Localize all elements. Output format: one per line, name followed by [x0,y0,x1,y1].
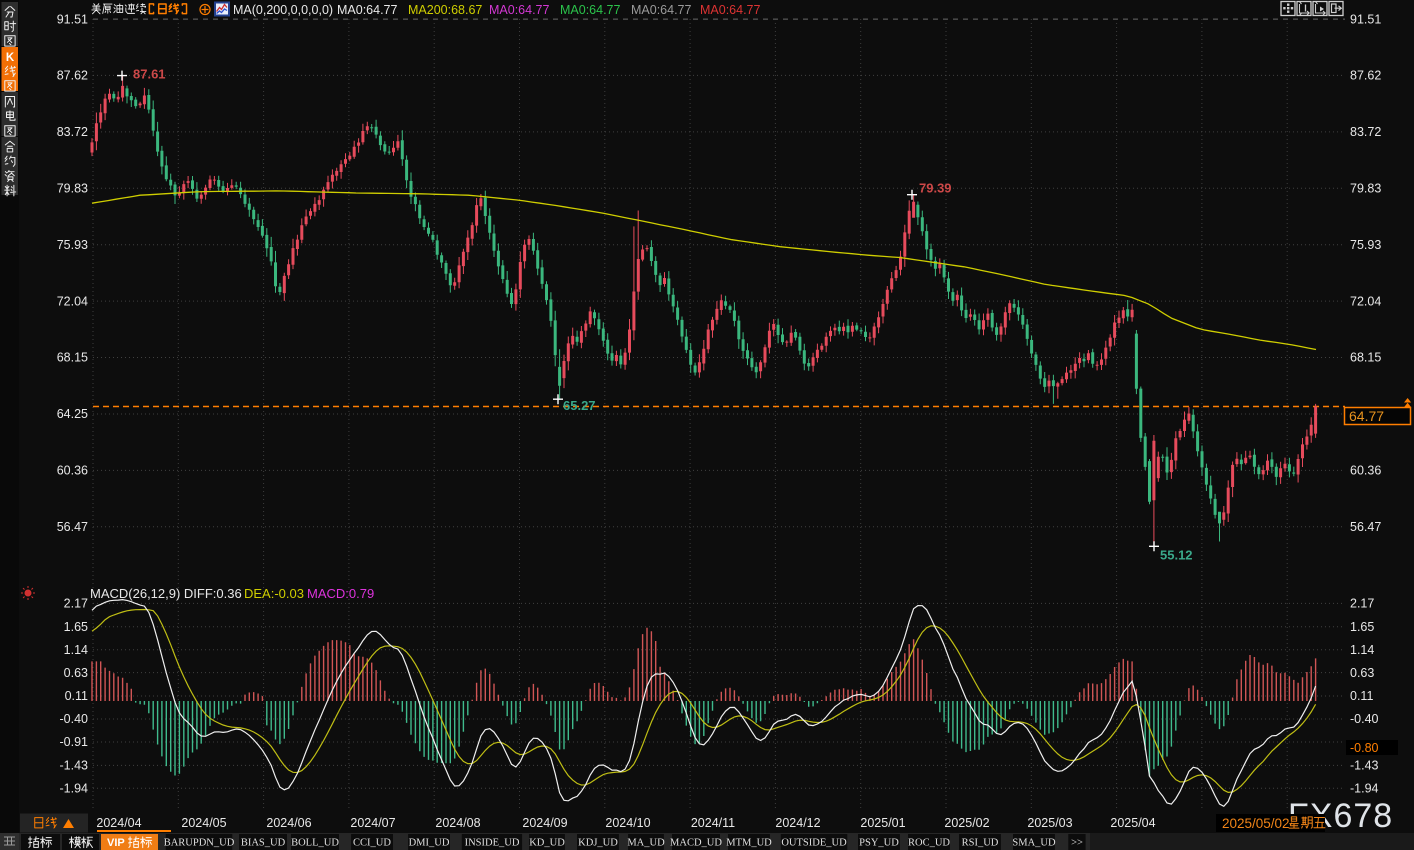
svg-text:83.72: 83.72 [57,125,88,139]
svg-text:2024/10: 2024/10 [605,816,650,830]
svg-text:2024/07: 2024/07 [350,816,395,830]
svg-text:2.17: 2.17 [64,597,88,611]
svg-text:2024/12: 2024/12 [775,816,820,830]
svg-text:2024/08: 2024/08 [435,816,480,830]
svg-text:65.27: 65.27 [563,398,596,413]
svg-text:MA_UD: MA_UD [627,838,665,849]
svg-text:0.63: 0.63 [1350,666,1374,680]
svg-text:2025/02: 2025/02 [944,816,989,830]
svg-text:MA0:64.77: MA0:64.77 [631,3,692,17]
svg-text:-0.91: -0.91 [60,735,89,749]
svg-text:BOLL_UD: BOLL_UD [291,838,339,849]
svg-text:1.65: 1.65 [1350,620,1374,634]
svg-text:RSI_UD: RSI_UD [962,838,999,849]
svg-text:2024/09: 2024/09 [522,816,567,830]
svg-text:91.51: 91.51 [57,12,88,26]
svg-text:87.62: 87.62 [1350,69,1381,83]
svg-text:0.11: 0.11 [65,689,88,703]
svg-text:OUTSIDE_UD: OUTSIDE_UD [781,838,847,849]
svg-text:KDJ_UD: KDJ_UD [578,838,618,849]
svg-text:SMA_UD: SMA_UD [1012,838,1056,849]
svg-text:MACD(26,12,9) DIFF:0.36: MACD(26,12,9) DIFF:0.36 [90,586,242,601]
svg-text:CCI_UD: CCI_UD [353,838,391,849]
svg-text:2024/11: 2024/11 [691,816,735,830]
svg-text:MA(0,200,0,0,0,0): MA(0,200,0,0,0,0) [233,3,333,17]
svg-text:2024/06: 2024/06 [266,816,311,830]
svg-text:60.36: 60.36 [1350,464,1381,478]
svg-text:MA0:64.77: MA0:64.77 [489,3,550,17]
svg-text:2025/01: 2025/01 [860,816,905,830]
svg-text:2024/05: 2024/05 [181,816,226,830]
svg-text:INSIDE_UD: INSIDE_UD [465,838,520,849]
svg-text:MACD_UD: MACD_UD [670,838,722,849]
svg-text:2024/04: 2024/04 [96,816,141,830]
svg-text:55.12: 55.12 [1160,547,1193,562]
svg-text:87.61: 87.61 [133,67,166,82]
svg-text:56.47: 56.47 [57,520,88,534]
svg-text:75.93: 75.93 [57,238,88,252]
svg-text:K: K [6,52,15,64]
svg-text:72.04: 72.04 [1350,294,1381,308]
svg-text:-1.94: -1.94 [60,782,89,796]
svg-text:>>: >> [1071,838,1083,849]
svg-text:79.83: 79.83 [1350,182,1381,196]
svg-text:60.36: 60.36 [57,464,88,478]
svg-text:DEA:-0.03: DEA:-0.03 [244,586,304,601]
svg-text:BARUPDN_UD: BARUPDN_UD [164,838,235,849]
svg-text:-0.40: -0.40 [1350,712,1379,726]
svg-text:87.62: 87.62 [57,69,88,83]
svg-text:-0.40: -0.40 [60,712,89,726]
svg-text:DMI_UD: DMI_UD [409,838,450,849]
svg-text:64.25: 64.25 [57,407,88,421]
svg-text:BIAS_UD: BIAS_UD [241,838,286,849]
svg-text:PSY_UD: PSY_UD [859,838,899,849]
svg-text:MA0:64.77: MA0:64.77 [560,3,621,17]
svg-text:64.77: 64.77 [1349,408,1384,424]
svg-text:-0.80: -0.80 [1350,741,1379,755]
svg-text:83.72: 83.72 [1350,125,1381,139]
svg-text:1.14: 1.14 [1350,643,1374,657]
svg-text:79.83: 79.83 [57,182,88,196]
svg-text:1.14: 1.14 [64,643,88,657]
svg-text:2025/03: 2025/03 [1027,816,1072,830]
svg-text:-1.43: -1.43 [60,759,89,773]
svg-text:91.51: 91.51 [1350,12,1381,26]
svg-text:75.93: 75.93 [1350,238,1381,252]
svg-text:MACD:0.79: MACD:0.79 [307,586,374,601]
svg-text:68.15: 68.15 [57,351,88,365]
svg-text:2025/05/02: 2025/05/02 [1222,816,1290,831]
svg-text:VIP: VIP [107,837,125,849]
svg-text:MA0:64.77: MA0:64.77 [700,3,761,17]
svg-text:MA200:68.67: MA200:68.67 [408,3,482,17]
svg-text:72.04: 72.04 [57,294,88,308]
svg-text:MTM_UD: MTM_UD [726,838,772,849]
svg-text:0.11: 0.11 [1350,689,1373,703]
svg-text:68.15: 68.15 [1350,351,1381,365]
svg-text:MA0:64.77: MA0:64.77 [337,3,398,17]
svg-text:56.47: 56.47 [1350,520,1381,534]
svg-text:0.63: 0.63 [64,666,88,680]
svg-text:2025/04: 2025/04 [1110,816,1155,830]
svg-text:1.65: 1.65 [64,620,88,634]
svg-text:79.39: 79.39 [919,181,952,196]
svg-text:-1.94: -1.94 [1350,782,1379,796]
svg-text:-1.43: -1.43 [1350,759,1379,773]
svg-text:2.17: 2.17 [1350,597,1374,611]
svg-text:KD_UD: KD_UD [529,838,565,849]
svg-text:ROC_UD: ROC_UD [908,838,950,849]
